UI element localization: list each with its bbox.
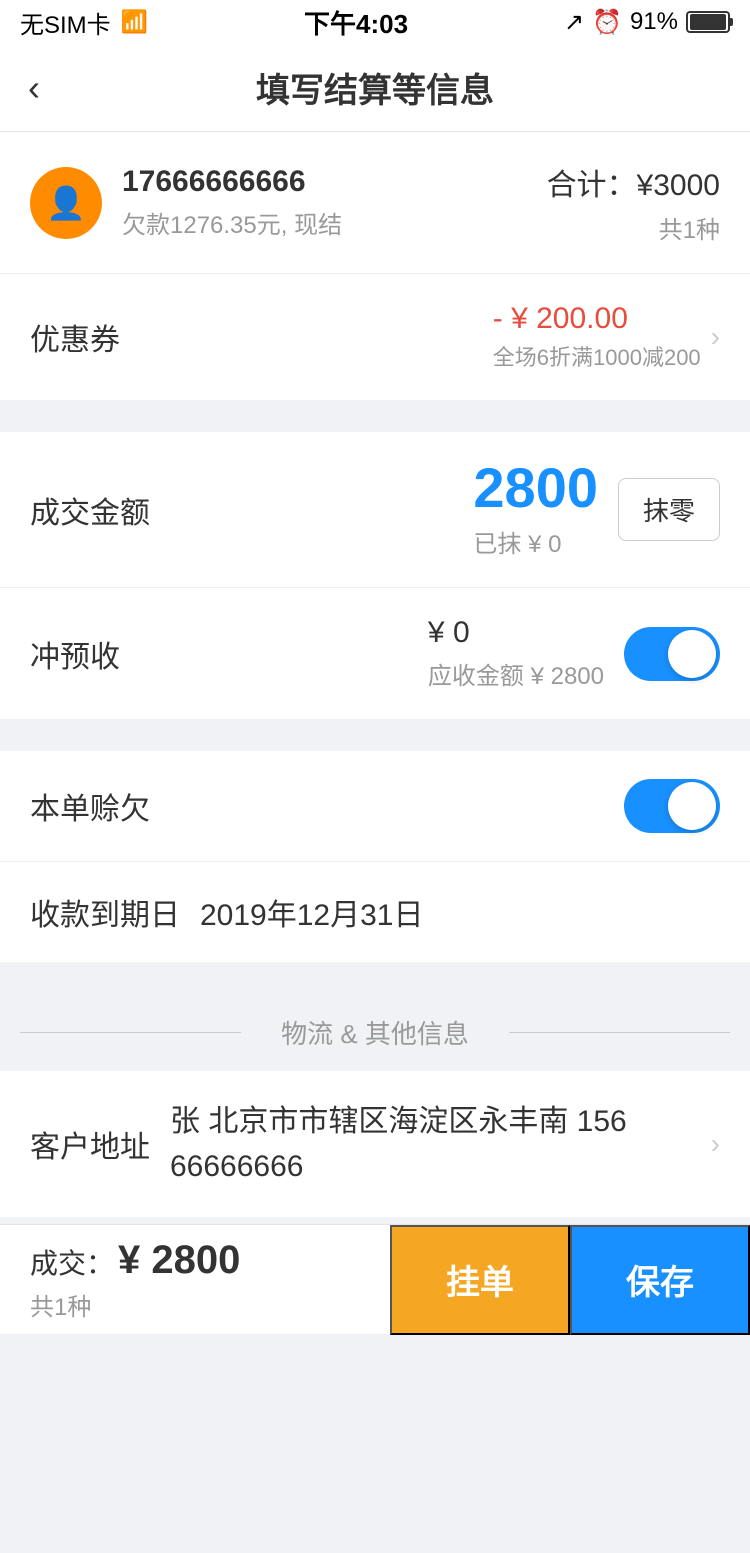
coupon-row[interactable]: 优惠券 - ¥ 200.00 全场6折满1000减200 ›: [0, 273, 750, 400]
user-row: 👤 17666666666 欠款1276.35元, 现结 合计：¥3000 共1…: [0, 132, 750, 273]
bottom-info: 成交： ¥ 2800 共1种: [0, 1238, 390, 1322]
precollect-right: ¥ 0 应收金额 ¥ 2800: [428, 616, 720, 691]
nav-bar: ‹ 填写结算等信息: [0, 44, 750, 132]
toggle-knob: [668, 630, 716, 678]
deal-amount-row: 成交金额 2800 已抹 ¥ 0 抹零: [0, 432, 750, 587]
debt-card: 本单赊欠 收款到期日 2019年12月31日: [0, 751, 750, 962]
address-label: 客户地址: [30, 1122, 150, 1166]
deal-amount-card: 成交金额 2800 已抹 ¥ 0 抹零 冲预收 ¥ 0 应收金额 ¥ 2800: [0, 432, 750, 719]
status-time: 下午4:03: [304, 4, 408, 41]
section-divider-3: [0, 978, 750, 994]
user-details: 17666666666 欠款1276.35元, 现结: [122, 165, 342, 240]
coupon-label: 优惠券: [30, 315, 120, 359]
precollect-row: 冲预收 ¥ 0 应收金额 ¥ 2800: [0, 587, 750, 719]
alarm-icon: ⏰: [592, 8, 622, 37]
precollect-sub: 应收金额 ¥ 2800: [428, 656, 604, 691]
back-button[interactable]: ‹: [28, 67, 40, 109]
round-zero-button[interactable]: 抹零: [618, 478, 720, 541]
pending-button[interactable]: 挂单: [390, 1225, 570, 1335]
nav-title: 填写结算等信息: [256, 63, 494, 112]
user-info-card: 👤 17666666666 欠款1276.35元, 现结 合计：¥3000 共1…: [0, 132, 750, 400]
debt-row: 本单赊欠: [0, 751, 750, 861]
deal-amount-label: 成交金额: [30, 488, 150, 532]
section-divider-1: [0, 416, 750, 432]
user-left: 👤 17666666666 欠款1276.35元, 现结: [30, 165, 342, 240]
bottom-bar: 成交： ¥ 2800 共1种 挂单 保存: [0, 1224, 750, 1334]
logistics-line-left: [20, 1032, 241, 1033]
bottom-amount: ¥ 2800: [118, 1238, 240, 1283]
status-bar: 无SIM卡 📶 下午4:03 ↗ ⏰ 91%: [0, 0, 750, 44]
user-subtext: 欠款1276.35元, 现结: [122, 205, 342, 240]
precollect-toggle[interactable]: [624, 627, 720, 681]
deal-amount-info: 2800 已抹 ¥ 0: [473, 460, 598, 559]
battery-percent: 91%: [630, 8, 678, 36]
wifi-icon: 📶: [121, 9, 148, 35]
avatar-icon: 👤: [46, 184, 86, 222]
address-card: 客户地址 张 北京市市辖区海淀区永丰南 156 66666666 ›: [0, 1071, 750, 1217]
debt-label: 本单赊欠: [30, 784, 150, 828]
coupon-desc: 全场6折满1000减200: [493, 340, 701, 372]
content-area: 👤 17666666666 欠款1276.35元, 现结 合计：¥3000 共1…: [0, 132, 750, 1553]
debt-toggle[interactable]: [624, 779, 720, 833]
save-button[interactable]: 保存: [570, 1225, 750, 1335]
debt-toggle-knob: [668, 782, 716, 830]
precollect-label: 冲预收: [30, 632, 120, 676]
bottom-deal-label: 成交：: [30, 1242, 114, 1282]
user-phone: 17666666666: [122, 165, 342, 199]
bottom-deal-row: 成交： ¥ 2800: [30, 1238, 360, 1283]
logistics-line-right: [509, 1032, 730, 1033]
duedate-value: 2019年12月31日: [200, 890, 423, 934]
section-divider-2: [0, 735, 750, 751]
deal-amount-value: 2800: [473, 460, 598, 516]
address-value: 张 北京市市辖区海淀区永丰南 156 66666666: [170, 1099, 691, 1189]
chevron-right-icon: ›: [711, 321, 720, 353]
coupon-right: - ¥ 200.00 全场6折满1000减200 ›: [493, 302, 720, 372]
battery-icon: [686, 11, 730, 33]
avatar: 👤: [30, 167, 102, 239]
location-icon: ↗: [564, 8, 584, 37]
duedate-label: 收款到期日: [30, 890, 180, 934]
status-left: 无SIM卡 📶: [20, 5, 148, 40]
bottom-count: 共1种: [30, 1287, 360, 1322]
user-right: 合计：¥3000 共1种: [547, 160, 720, 245]
precollect-info: ¥ 0 应收金额 ¥ 2800: [428, 616, 604, 691]
status-right: ↗ ⏰ 91%: [564, 8, 730, 37]
logistics-divider: 物流 & 其他信息: [0, 994, 750, 1071]
coupon-info: - ¥ 200.00 全场6折满1000减200: [493, 302, 701, 372]
duedate-row: 收款到期日 2019年12月31日: [0, 861, 750, 962]
address-row[interactable]: 客户地址 张 北京市市辖区海淀区永丰南 156 66666666 ›: [0, 1071, 750, 1217]
user-count: 共1种: [547, 210, 720, 245]
deal-amount-sub: 已抹 ¥ 0: [473, 524, 598, 559]
address-chevron-icon: ›: [711, 1128, 720, 1160]
user-total: 合计：¥3000: [547, 160, 720, 204]
logistics-text: 物流 & 其他信息: [281, 1014, 469, 1051]
precollect-amount: ¥ 0: [428, 616, 604, 650]
deal-amount-right: 2800 已抹 ¥ 0 抹零: [473, 460, 720, 559]
carrier-label: 无SIM卡: [20, 5, 111, 40]
coupon-amount: - ¥ 200.00: [493, 302, 701, 336]
